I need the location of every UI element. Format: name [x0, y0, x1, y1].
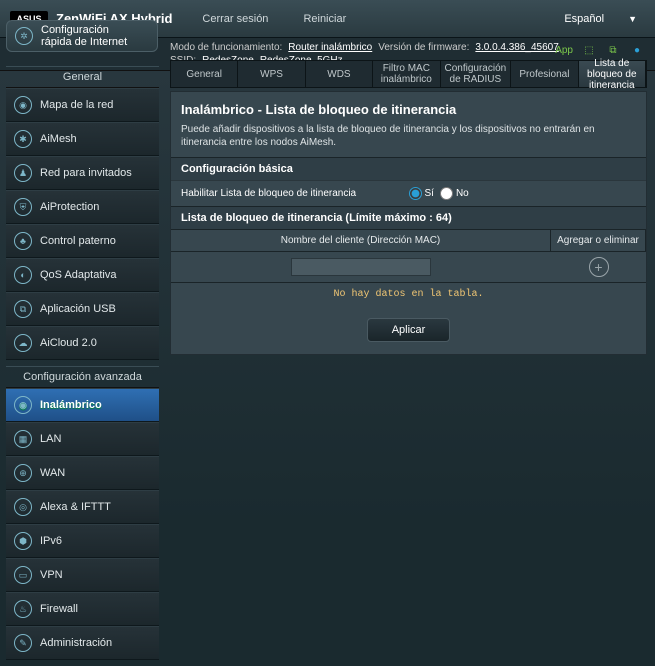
enable-no-radio[interactable] — [440, 187, 453, 200]
nav-icon: ⛨ — [14, 198, 32, 216]
gear-icon: ✲ — [15, 27, 33, 45]
sidebar-item[interactable]: ◉ Inalámbrico — [6, 388, 159, 422]
sidebar-item-label: AiMesh — [40, 133, 77, 145]
sidebar-item[interactable]: ✎ Administración — [6, 626, 159, 660]
reboot-button[interactable]: Reiniciar — [303, 13, 346, 25]
nav-icon: ▦ — [14, 430, 32, 448]
col-client-name: Nombre del cliente (Dirección MAC) — [171, 230, 551, 251]
table-head-row: Nombre del cliente (Dirección MAC) Agreg… — [171, 229, 646, 251]
sidebar-item[interactable]: ✱ AiMesh — [6, 122, 159, 156]
sidebar-item[interactable]: ⛨ AiProtection — [6, 190, 159, 224]
sidebar-item[interactable]: ♨ Firewall — [6, 592, 159, 626]
empty-table-message: No hay datos en la tabla. — [171, 282, 646, 306]
enable-yes-radio[interactable] — [409, 187, 422, 200]
table-input-row: + — [171, 251, 646, 282]
quickstart-button[interactable]: ✲ Configuración rápida de Internet — [6, 20, 158, 52]
sidebar-item-label: VPN — [40, 569, 63, 581]
nav-icon: ◎ — [14, 498, 32, 516]
quickstart-line1: Configuración — [41, 24, 127, 36]
sidebar-item-label: Aplicación USB — [40, 303, 116, 315]
sidebar-item-label: Red para invitados — [40, 167, 132, 179]
fw-label: Versión de firmware: — [378, 42, 469, 53]
app-label: App — [555, 42, 573, 58]
nav-icon: ✎ — [14, 634, 32, 652]
sidebar-item[interactable]: ⬢ IPv6 — [6, 524, 159, 558]
nav-icon: ⬢ — [14, 532, 32, 550]
sidebar-item-label: IPv6 — [40, 535, 62, 547]
sidebar-item-label: WAN — [40, 467, 65, 479]
basic-config-header: Configuración básica — [171, 157, 646, 180]
language-label: Español — [564, 13, 604, 25]
nav-icon: ◐ — [14, 266, 32, 284]
sidebar-item-label: Alexa & IFTTT — [40, 501, 111, 513]
sidebar-item[interactable]: ◐ QoS Adaptativa — [6, 258, 159, 292]
sidebar-item-label: Firewall — [40, 603, 78, 615]
panel-title: Inalámbrico - Lista de bloqueo de itiner… — [171, 92, 646, 123]
nav-icon: ✱ — [14, 130, 32, 148]
sidebar: ✲ Configuración rápida de Internet Gener… — [0, 60, 165, 666]
enable-label: Habilitar Lista de bloqueo de itineranci… — [181, 188, 409, 199]
sidebar-item[interactable]: ◉ Mapa de la red — [6, 88, 159, 122]
sidebar-item-label: Mapa de la red — [40, 99, 113, 111]
yes-label: Sí — [425, 188, 434, 199]
tab[interactable]: Configuración de RADIUS — [441, 61, 512, 87]
sidebar-item[interactable]: ▭ VPN — [6, 558, 159, 592]
panel: Inalámbrico - Lista de bloqueo de itiner… — [170, 91, 647, 355]
main-content: GeneralWPSWDSFiltro MAC inalámbricoConfi… — [170, 60, 647, 355]
sidebar-item[interactable]: ⊕ WAN — [6, 456, 159, 490]
nav-icon: ▭ — [14, 566, 32, 584]
chevron-down-icon: ▼ — [628, 14, 637, 24]
col-action: Agregar o eliminar — [551, 230, 646, 251]
sidebar-item-label: LAN — [40, 433, 61, 445]
sidebar-item-label: Administración — [40, 637, 112, 649]
logout-button[interactable]: Cerrar sesión — [202, 13, 268, 25]
tab[interactable]: Profesional — [511, 61, 578, 87]
nav-icon: ♨ — [14, 600, 32, 618]
status-icon-1[interactable]: ⬚ — [581, 42, 597, 58]
tab[interactable]: WPS — [238, 61, 305, 87]
enable-no-option[interactable]: No — [440, 187, 469, 200]
mac-input[interactable] — [291, 258, 431, 276]
sidebar-item-label: AiCloud 2.0 — [40, 337, 97, 349]
sidebar-item-label: QoS Adaptativa — [40, 269, 116, 281]
nav-icon: ◉ — [14, 96, 32, 114]
nav-icon: ☁ — [14, 334, 32, 352]
sidebar-item-label: Inalámbrico — [40, 399, 102, 411]
language-selector[interactable]: Español ▼ — [556, 10, 645, 28]
tab[interactable]: Filtro MAC inalámbrico — [373, 61, 440, 87]
tab[interactable]: Lista de bloqueo de itinerancia — [579, 61, 646, 87]
general-section-header: General — [6, 66, 159, 88]
mode-label: Modo de funcionamiento: — [170, 42, 282, 53]
sidebar-item[interactable]: ◎ Alexa & IFTTT — [6, 490, 159, 524]
nav-icon: ◉ — [14, 396, 32, 414]
fw-value-link[interactable]: 3.0.0.4.386_45607 — [475, 42, 558, 53]
sidebar-item[interactable]: ♣ Control paterno — [6, 224, 159, 258]
add-button[interactable]: + — [589, 257, 609, 277]
mode-value-link[interactable]: Router inalámbrico — [288, 42, 372, 53]
sidebar-item[interactable]: ▦ LAN — [6, 422, 159, 456]
panel-description: Puede añadir dispositivos a la lista de … — [171, 123, 646, 157]
nav-icon: ⊕ — [14, 464, 32, 482]
no-label: No — [456, 188, 469, 199]
quickstart-line2: rápida de Internet — [41, 36, 127, 48]
apply-button[interactable]: Aplicar — [367, 318, 451, 342]
tab-bar: GeneralWPSWDSFiltro MAC inalámbricoConfi… — [170, 60, 647, 88]
status-icon-2[interactable]: ⧉ — [605, 42, 621, 58]
sidebar-item[interactable]: ☁ AiCloud 2.0 — [6, 326, 159, 360]
nav-icon: ♟ — [14, 164, 32, 182]
nav-icon: ♣ — [14, 232, 32, 250]
tab[interactable]: WDS — [306, 61, 373, 87]
status-icon-3[interactable]: ● — [629, 42, 645, 58]
enable-yes-option[interactable]: Sí — [409, 187, 434, 200]
sidebar-item[interactable]: ⧉ Aplicación USB — [6, 292, 159, 326]
sidebar-item[interactable]: ♟ Red para invitados — [6, 156, 159, 190]
tab[interactable]: General — [171, 61, 238, 87]
sidebar-item-label: Control paterno — [40, 235, 116, 247]
sidebar-item-label: AiProtection — [40, 201, 99, 213]
advanced-section-header: Configuración avanzada — [6, 366, 159, 388]
blocklist-table-header: Lista de bloqueo de itinerancia (Límite … — [171, 206, 646, 229]
enable-row: Habilitar Lista de bloqueo de itineranci… — [171, 180, 646, 206]
nav-icon: ⧉ — [14, 300, 32, 318]
